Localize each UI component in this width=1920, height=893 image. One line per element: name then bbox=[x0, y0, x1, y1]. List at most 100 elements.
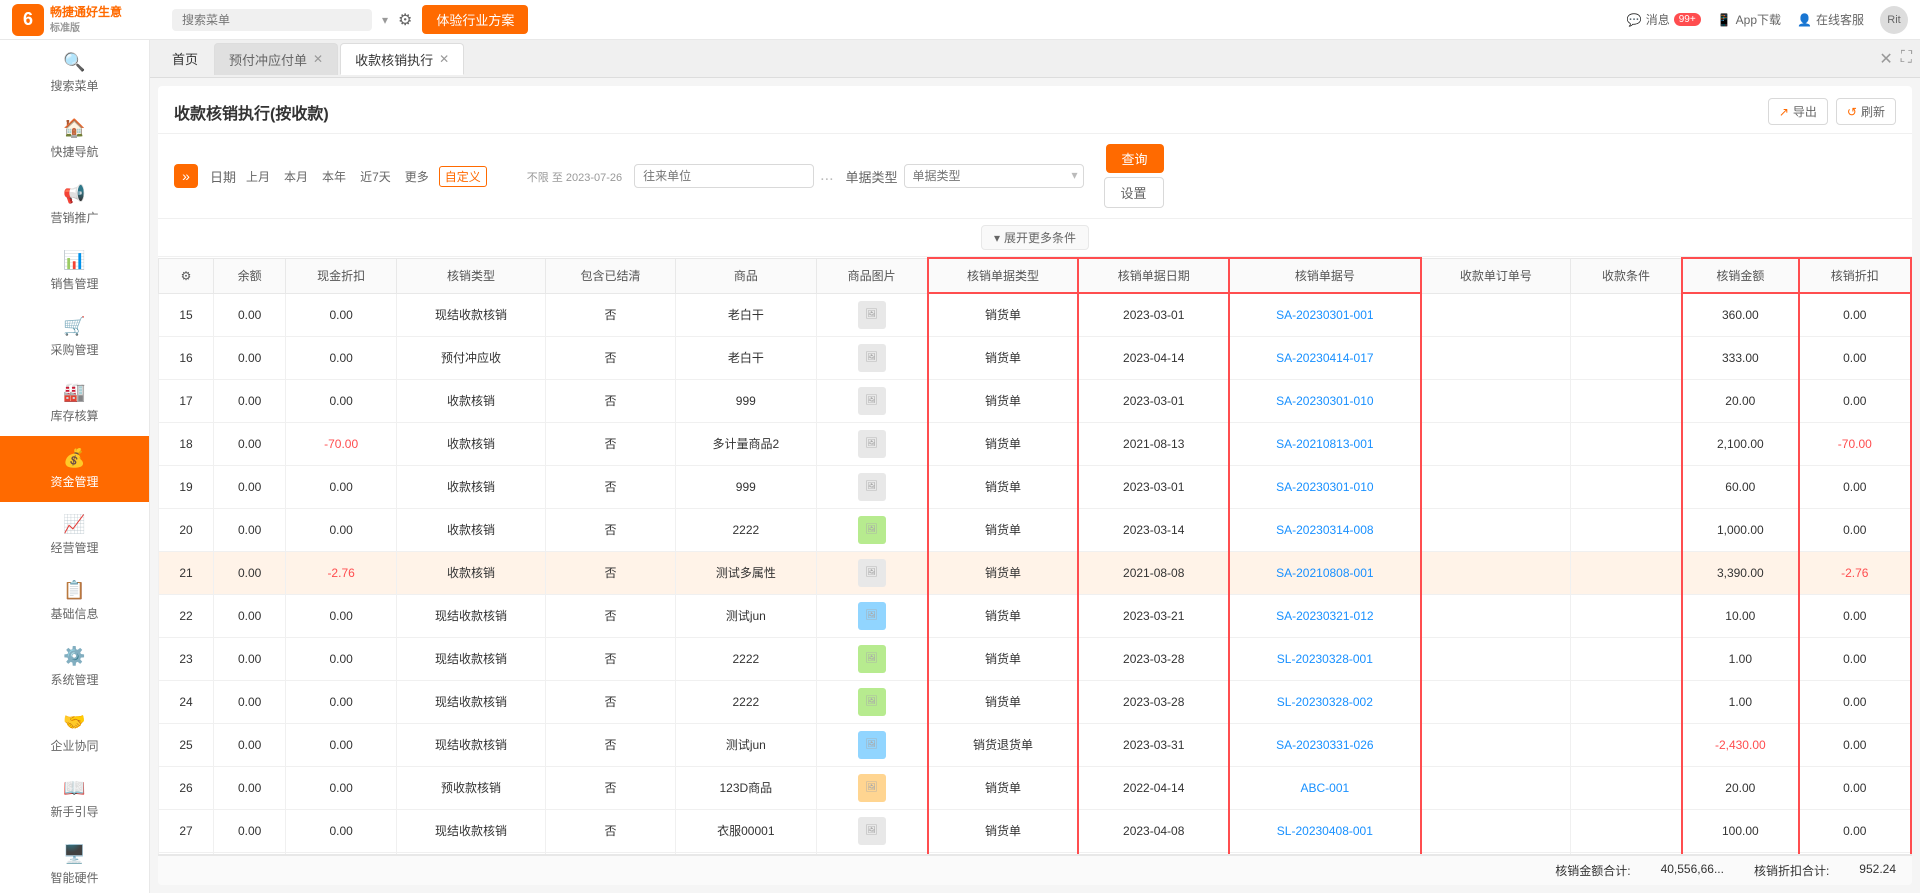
cell-discount: 0.00 bbox=[1799, 379, 1911, 422]
date-opt-last-month[interactable]: 上月 bbox=[242, 166, 274, 187]
cell-cash-discount: -70.00 bbox=[286, 422, 397, 465]
cell-doc-type: 销货单 bbox=[928, 680, 1079, 723]
cell-order-no bbox=[1421, 336, 1571, 379]
sidebar-item-guide[interactable]: 📖 新手引导 bbox=[0, 766, 149, 832]
cell-include-settled: 否 bbox=[546, 551, 676, 594]
doc-no-link[interactable]: SA-20230331-026 bbox=[1276, 738, 1373, 752]
doc-no-link[interactable]: SA-20230301-010 bbox=[1276, 394, 1373, 408]
date-filter-label: 日期 bbox=[210, 167, 236, 186]
sidebar-item-marketing[interactable]: 📢 营销推广 bbox=[0, 172, 149, 238]
cell-doc-no[interactable]: SA-20210808-001 bbox=[1229, 551, 1421, 594]
cell-doc-no[interactable]: SA-20230331-026 bbox=[1229, 723, 1421, 766]
guide-icon: 📖 bbox=[63, 778, 85, 799]
sidebar-item-sales[interactable]: 📊 销售管理 bbox=[0, 238, 149, 304]
cell-doc-type: 销货单 bbox=[928, 809, 1079, 852]
trial-button[interactable]: 体验行业方案 bbox=[422, 5, 528, 34]
sidebar-item-quicknav[interactable]: 🏠 快捷导航 bbox=[0, 106, 149, 172]
doc-no-link[interactable]: SA-20230301-010 bbox=[1276, 480, 1373, 494]
cell-balance: 0.00 bbox=[214, 594, 286, 637]
doc-no-link[interactable]: SL-20230328-001 bbox=[1277, 652, 1373, 666]
cell-doc-no[interactable]: ABC-001 bbox=[1229, 766, 1421, 809]
date-opt-this-month[interactable]: 本月 bbox=[280, 166, 312, 187]
cell-num: 22 bbox=[159, 594, 214, 637]
doc-no-link[interactable]: ABC-001 bbox=[1300, 781, 1349, 795]
tab-prepay-close[interactable]: ✕ bbox=[313, 52, 323, 66]
table-row: 19 0.00 0.00 收款核销 否 999 🖼 销货单 2023-03-01… bbox=[159, 465, 1912, 508]
query-button[interactable]: 查询 bbox=[1106, 144, 1164, 173]
date-opt-this-year[interactable]: 本年 bbox=[318, 166, 350, 187]
date-opt-7days[interactable]: 近7天 bbox=[356, 166, 395, 187]
date-opt-more[interactable]: 更多 bbox=[401, 166, 433, 187]
cell-order-no bbox=[1421, 551, 1571, 594]
export-button[interactable]: ↗ 导出 bbox=[1768, 98, 1828, 125]
cell-num: 16 bbox=[159, 336, 214, 379]
cell-num: 25 bbox=[159, 723, 214, 766]
close-all-icon[interactable]: ✕ bbox=[1879, 49, 1892, 69]
tab-home[interactable]: 首页 bbox=[158, 43, 212, 75]
cell-condition bbox=[1571, 465, 1682, 508]
doc-no-link[interactable]: SA-20230314-008 bbox=[1276, 523, 1373, 537]
cell-balance: 0.00 bbox=[214, 508, 286, 551]
sidebar-item-operations[interactable]: 📈 经营管理 bbox=[0, 502, 149, 568]
cell-doc-no[interactable]: SA-20230314-008 bbox=[1229, 508, 1421, 551]
cell-cash-discount: 0.00 bbox=[286, 293, 397, 336]
settings-icon[interactable]: ⚙ bbox=[398, 10, 412, 30]
cell-product-img: 🖼 bbox=[816, 336, 927, 379]
fullscreen-icon[interactable]: ⛶ bbox=[1901, 49, 1912, 69]
filter-expand-button[interactable]: » bbox=[174, 164, 198, 188]
doc-no-link[interactable]: SA-20210808-001 bbox=[1276, 566, 1373, 580]
cell-doc-no[interactable]: SA-20230301-010 bbox=[1229, 465, 1421, 508]
doc-no-link[interactable]: SA-20230301-001 bbox=[1276, 308, 1373, 322]
from-unit-input[interactable] bbox=[634, 164, 814, 188]
doc-no-link[interactable]: SA-20230414-017 bbox=[1276, 351, 1373, 365]
app-download-item[interactable]: 📱 App下载 bbox=[1717, 11, 1781, 28]
sidebar-item-inventory[interactable]: 🏭 库存核算 bbox=[0, 370, 149, 436]
doc-no-link[interactable]: SL-20230408-001 bbox=[1277, 824, 1373, 838]
cell-verify-type: 收款核销 bbox=[396, 379, 545, 422]
cell-doc-no[interactable]: SA-20210813-001 bbox=[1229, 422, 1421, 465]
expand-more-button[interactable]: ▾ 展开更多条件 bbox=[981, 225, 1089, 250]
cell-include-settled: 否 bbox=[546, 508, 676, 551]
sidebar-item-label: 快捷导航 bbox=[50, 143, 98, 160]
online-service-item[interactable]: 👤 在线客服 bbox=[1797, 11, 1864, 28]
cell-doc-no[interactable]: SA-20230321-012 bbox=[1229, 594, 1421, 637]
sidebar-item-cooperation[interactable]: 🤝 企业协同 bbox=[0, 700, 149, 766]
sidebar-item-system[interactable]: ⚙️ 系统管理 bbox=[0, 634, 149, 700]
sidebar-item-finance[interactable]: 💰 资金管理 bbox=[0, 436, 149, 502]
data-table-wrap: ⚙ 余额 现金折扣 核销类型 包含已结清 商品 商品图片 核销单据类型 核销单据… bbox=[158, 257, 1912, 854]
cell-doc-type: 销货单 bbox=[928, 293, 1079, 336]
sidebar-item-basic-info[interactable]: 📋 基础信息 bbox=[0, 568, 149, 634]
tab-verify[interactable]: 收款核销执行 ✕ bbox=[340, 43, 464, 75]
doc-type-input[interactable] bbox=[904, 164, 1084, 188]
col-doc-type: 核销单据类型 bbox=[928, 258, 1079, 293]
setting-button[interactable]: 设置 bbox=[1104, 177, 1164, 208]
doc-no-link[interactable]: SA-20210813-001 bbox=[1276, 437, 1373, 451]
cell-doc-no[interactable]: SL-20230328-002 bbox=[1229, 680, 1421, 723]
cell-doc-no[interactable]: SA-20230414-017 bbox=[1229, 336, 1421, 379]
sidebar-item-purchase[interactable]: 🛒 采购管理 bbox=[0, 304, 149, 370]
sidebar-item-hardware[interactable]: 🖥️ 智能硬件 bbox=[0, 832, 149, 893]
sidebar-item-search[interactable]: 🔍 搜索菜单 bbox=[0, 40, 149, 106]
cell-doc-no[interactable]: SL-20230328-001 bbox=[1229, 637, 1421, 680]
cell-product-img: 🖼 bbox=[816, 809, 927, 852]
col-settings[interactable]: ⚙ bbox=[159, 258, 214, 293]
refresh-button[interactable]: ↺ 刷新 bbox=[1836, 98, 1896, 125]
filter-dots[interactable]: ... bbox=[820, 167, 833, 185]
cell-doc-no[interactable]: SA-20230301-010 bbox=[1229, 379, 1421, 422]
cell-doc-no[interactable]: SL-20230408-001 bbox=[1229, 809, 1421, 852]
cell-doc-no[interactable]: SA-20230301-001 bbox=[1229, 293, 1421, 336]
cell-order-no bbox=[1421, 809, 1571, 852]
cell-order-no bbox=[1421, 680, 1571, 723]
tab-prepay[interactable]: 预付冲应付单 ✕ bbox=[214, 43, 338, 75]
notification-item[interactable]: 💬 消息 99+ bbox=[1627, 11, 1701, 28]
doc-no-link[interactable]: SL-20230328-002 bbox=[1277, 695, 1373, 709]
cell-amount: 3,390.00 bbox=[1682, 551, 1799, 594]
table-row: 22 0.00 0.00 现结收款核销 否 测试jun 🖼 销货单 2023-0… bbox=[159, 594, 1912, 637]
doc-no-link[interactable]: SA-20230321-012 bbox=[1276, 609, 1373, 623]
tab-verify-close[interactable]: ✕ bbox=[439, 52, 449, 66]
user-avatar[interactable]: Rit bbox=[1880, 6, 1908, 34]
cell-product-img: 🖼 bbox=[816, 680, 927, 723]
top-search-input[interactable] bbox=[172, 9, 372, 31]
date-opt-custom[interactable]: 自定义 bbox=[439, 166, 487, 187]
cell-num: 18 bbox=[159, 422, 214, 465]
